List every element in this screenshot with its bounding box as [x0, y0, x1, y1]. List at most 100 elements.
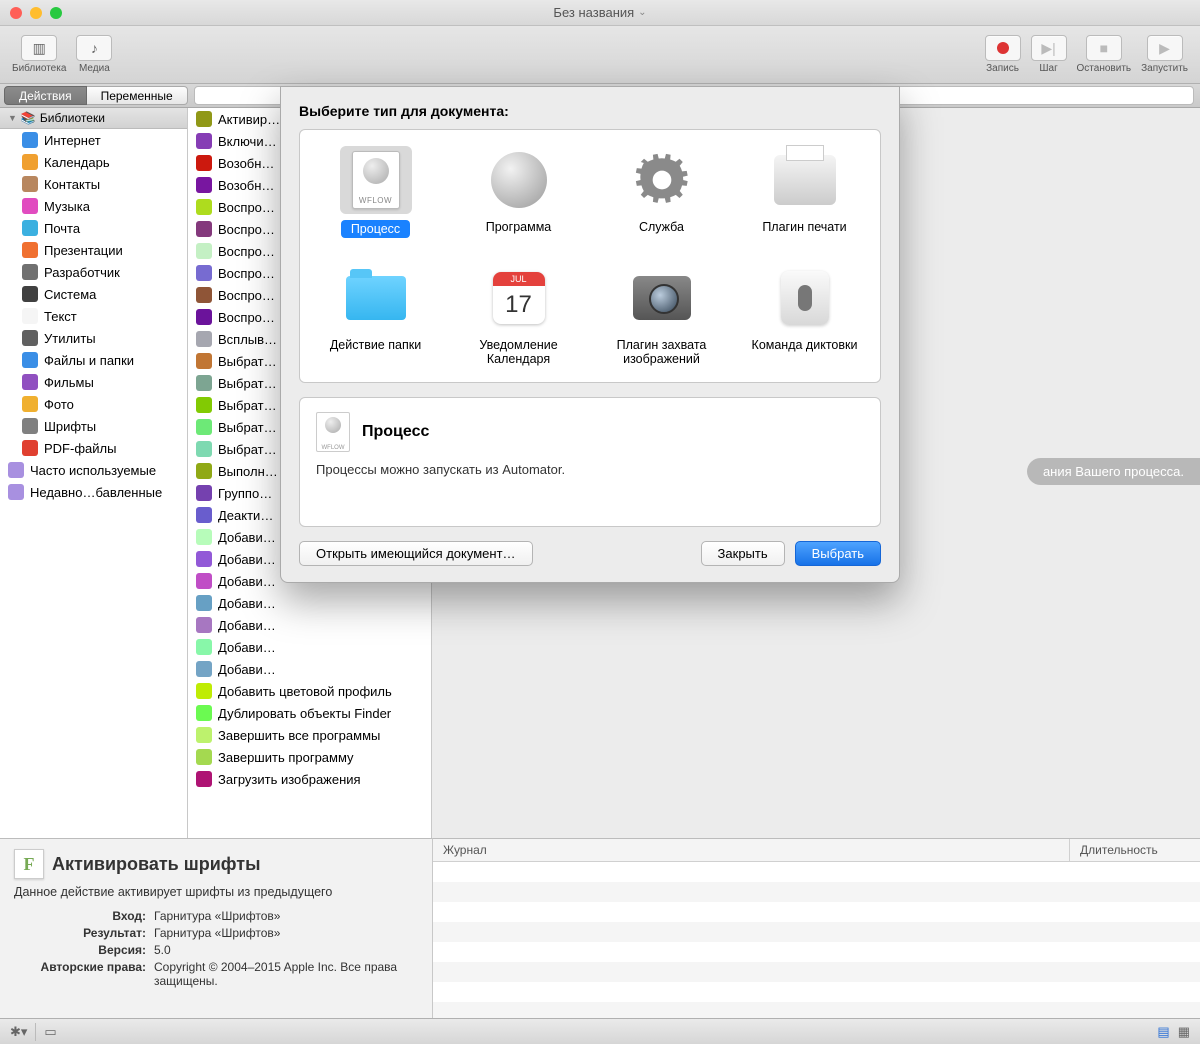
dialog-buttons: Открыть имеющийся документ… Закрыть Выбр…: [299, 541, 881, 566]
camera-icon: [626, 264, 698, 332]
action-icon: [196, 749, 212, 765]
separator: [35, 1023, 36, 1041]
action-item[interactable]: Завершить все программы: [188, 724, 431, 746]
action-icon: [196, 705, 212, 721]
smart-folder-icon: [8, 484, 24, 500]
tab-variables[interactable]: Переменные: [87, 86, 188, 105]
doc-type-label: Плагин захвата изображений: [598, 338, 725, 366]
sidebar-item-label: Шрифты: [44, 419, 96, 434]
sidebar-item[interactable]: Контакты: [0, 173, 187, 195]
printer-icon: [769, 146, 841, 214]
action-item[interactable]: Добавить цветовой профиль: [188, 680, 431, 702]
category-icon: [22, 330, 38, 346]
doc-type-label: Программа: [486, 220, 552, 234]
sidebar-item-label: Разработчик: [44, 265, 120, 280]
grid-view-icon[interactable]: ▦: [1178, 1024, 1190, 1040]
action-label: Добави…: [218, 640, 276, 655]
doc-type-microphone[interactable]: Команда диктовки: [737, 260, 872, 370]
sidebar-item-label: Презентации: [44, 243, 123, 258]
sidebar-item-label: Часто используемые: [30, 463, 156, 478]
action-item[interactable]: Добави…: [188, 636, 431, 658]
robot-icon: [483, 146, 555, 214]
sidebar-item[interactable]: Музыка: [0, 195, 187, 217]
close-button[interactable]: Закрыть: [701, 541, 785, 566]
doc-type-camera[interactable]: Плагин захвата изображений: [594, 260, 729, 370]
action-icon: [196, 463, 212, 479]
close-icon[interactable]: [10, 7, 22, 19]
category-icon: [22, 198, 38, 214]
sidebar-item[interactable]: PDF-файлы: [0, 437, 187, 459]
action-label: Дублировать объекты Finder: [218, 706, 391, 721]
sidebar-item-label: PDF-файлы: [44, 441, 116, 456]
step-button[interactable]: ▶| Шаг: [1031, 35, 1067, 74]
sidebar-item[interactable]: Почта: [0, 217, 187, 239]
action-label: Воспро…: [218, 310, 275, 325]
doc-type-printer[interactable]: Плагин печати: [737, 142, 872, 242]
doc-type-calendar[interactable]: JUL17Уведомление Календаря: [451, 260, 586, 370]
sidebar-item[interactable]: Файлы и папки: [0, 349, 187, 371]
doc-type-gear[interactable]: Служба: [594, 142, 729, 242]
sidebar-item[interactable]: Фильмы: [0, 371, 187, 393]
action-label: Завершить все программы: [218, 728, 380, 743]
sidebar-item[interactable]: Календарь: [0, 151, 187, 173]
action-label: Активир…: [218, 112, 280, 127]
action-label: Воспро…: [218, 266, 275, 281]
sidebar-header[interactable]: ▼ 📚 Библиотеки: [0, 108, 187, 129]
sidebar-list: ИнтернетКалендарьКонтактыМузыкаПочта През…: [0, 129, 187, 503]
step-label: Шаг: [1039, 63, 1057, 74]
chevron-down-icon[interactable]: ⌄: [638, 7, 646, 18]
sidebar-item[interactable]: Фото: [0, 393, 187, 415]
stop-icon: ■: [1086, 35, 1122, 61]
action-icon: [196, 529, 212, 545]
panel-icon: ▥: [21, 35, 57, 61]
record-button[interactable]: Запись: [985, 35, 1021, 74]
list-view-icon[interactable]: ▤: [1157, 1024, 1169, 1040]
stop-button[interactable]: ■ Остановить: [1077, 35, 1132, 74]
action-icon: [196, 771, 212, 787]
category-icon: [22, 220, 38, 236]
info-copyright-val: Copyright © 2004–2015 Apple Inc. Все пра…: [154, 960, 418, 988]
tab-actions[interactable]: Действия: [4, 86, 87, 105]
sidebar-item[interactable]: Утилиты: [0, 327, 187, 349]
action-item[interactable]: Дублировать объекты Finder: [188, 702, 431, 724]
info-title: F Активировать шрифты: [14, 849, 418, 879]
choose-button[interactable]: Выбрать: [795, 541, 881, 566]
minimize-icon[interactable]: [30, 7, 42, 19]
sidebar-smart-item[interactable]: Часто используемые: [0, 459, 187, 481]
action-icon: [196, 309, 212, 325]
maximize-icon[interactable]: [50, 7, 62, 19]
action-label: Возобн…: [218, 156, 274, 171]
sidebar-item[interactable]: Шрифты: [0, 415, 187, 437]
action-icon: [196, 287, 212, 303]
action-label: Загрузить изображения: [218, 772, 361, 787]
action-item[interactable]: Завершить программу: [188, 746, 431, 768]
doc-type-robot[interactable]: Программа: [451, 142, 586, 242]
sidebar-item[interactable]: Система: [0, 283, 187, 305]
action-label: Добави…: [218, 574, 276, 589]
sidebar-item[interactable]: Разработчик: [0, 261, 187, 283]
info-input-key: Вход:: [14, 909, 154, 923]
info-input-val: Гарнитура «Шрифтов»: [154, 909, 418, 923]
action-item[interactable]: Добави…: [188, 592, 431, 614]
log-col-journal[interactable]: Журнал: [433, 839, 1070, 861]
media-button[interactable]: ♪ Медиа: [76, 35, 112, 74]
open-existing-button[interactable]: Открыть имеющийся документ…: [299, 541, 533, 566]
library-button[interactable]: ▥ Библиотека: [12, 35, 66, 74]
doc-type-folder[interactable]: Действие папки: [308, 260, 443, 370]
action-item[interactable]: Загрузить изображения: [188, 768, 431, 790]
action-item[interactable]: Добави…: [188, 614, 431, 636]
flow-view-icon[interactable]: ▭: [44, 1024, 56, 1040]
log-col-duration[interactable]: Длительность: [1070, 839, 1200, 861]
sidebar-smart-item[interactable]: Недавно…бавленные: [0, 481, 187, 503]
sidebar-item[interactable]: Текст: [0, 305, 187, 327]
doc-type-wflow-doc[interactable]: WFLOWПроцесс: [308, 142, 443, 242]
gear-menu-icon[interactable]: ✱▾: [10, 1024, 27, 1040]
window-controls: [10, 7, 62, 19]
sidebar-item[interactable]: Интернет: [0, 129, 187, 151]
sidebar-item[interactable]: Презентации: [0, 239, 187, 261]
stop-label: Остановить: [1077, 63, 1132, 74]
action-label: Всплыв…: [218, 332, 277, 347]
run-button[interactable]: ▶ Запустить: [1141, 35, 1188, 74]
action-item[interactable]: Добави…: [188, 658, 431, 680]
sidebar-item-label: Недавно…бавленные: [30, 485, 162, 500]
